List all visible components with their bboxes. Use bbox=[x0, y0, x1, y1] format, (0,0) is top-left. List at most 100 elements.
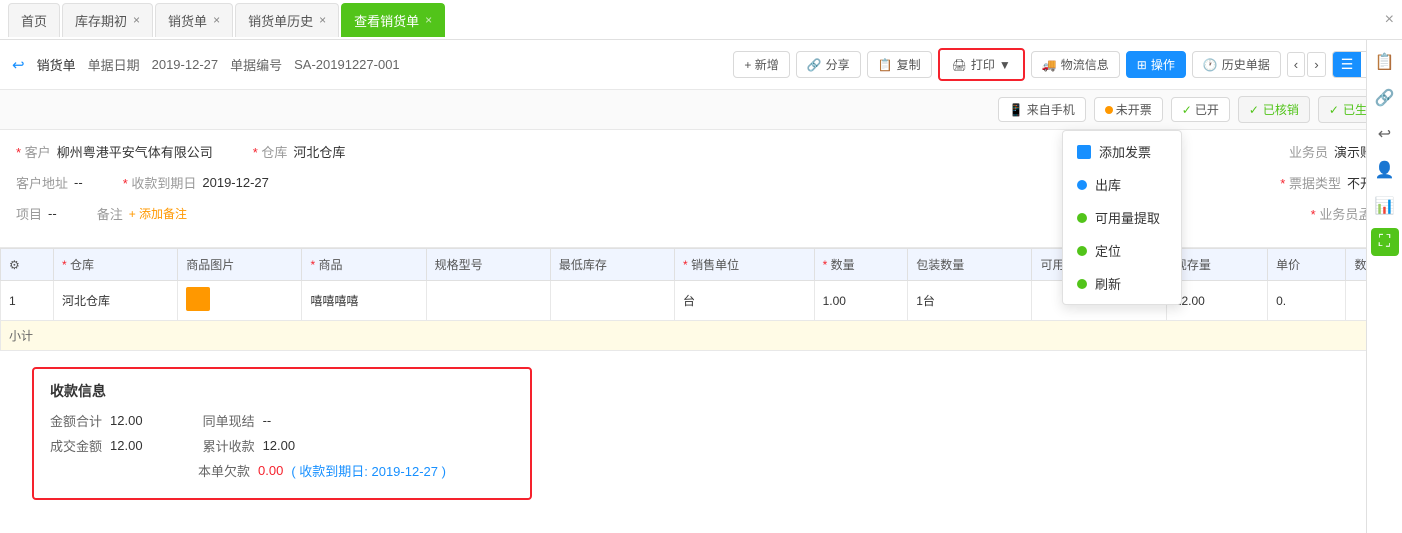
current-due-value: 0.00 bbox=[258, 463, 283, 478]
cumulative-collection-label: 累计收款 bbox=[203, 436, 255, 455]
tab-view-sales-label: 查看销货单 bbox=[354, 11, 419, 30]
due-date-value: 2019-12-27 bbox=[202, 175, 269, 190]
sidebar-icon-link[interactable]: 🔗 bbox=[1371, 84, 1399, 112]
tab-view-sales-close[interactable]: × bbox=[425, 13, 432, 27]
tab-sales-order-close[interactable]: × bbox=[213, 13, 220, 27]
due-date-note: ( 收款到期日: 2019-12-27 ) bbox=[291, 461, 446, 480]
dropdown-item-locate[interactable]: 定位 bbox=[1063, 234, 1181, 267]
phone-icon: 📱 bbox=[1009, 103, 1024, 117]
tab-inventory-init-close[interactable]: × bbox=[133, 13, 140, 27]
copy-button[interactable]: 📋 复制 bbox=[867, 51, 932, 78]
tab-sales-history[interactable]: 销货单历史 × bbox=[235, 3, 339, 37]
cell-warehouse: 河北仓库 bbox=[54, 281, 178, 321]
share-button[interactable]: 🔗 分享 bbox=[796, 51, 861, 78]
cell-min-stock bbox=[550, 281, 674, 321]
tab-inventory-init[interactable]: 库存期初 × bbox=[62, 3, 153, 37]
add-note-button[interactable]: + 添加备注 bbox=[129, 205, 187, 222]
history-button[interactable]: 🕐 历史单据 bbox=[1192, 51, 1281, 78]
closed-status-button[interactable]: ✓ 已核销 bbox=[1238, 96, 1310, 123]
window-close-button[interactable]: × bbox=[1385, 11, 1394, 29]
right-sidebar: 📋 🔗 ↩ 👤 📊 ⛶ bbox=[1366, 40, 1402, 533]
payment-title: 收款信息 bbox=[50, 381, 514, 401]
note-label: 备注 bbox=[97, 204, 123, 223]
sidebar-icon-return[interactable]: ↩ bbox=[1371, 120, 1399, 148]
sidebar-icon-user[interactable]: 👤 bbox=[1371, 156, 1399, 184]
col-product: 商品 bbox=[302, 249, 426, 281]
history-icon: 🕐 bbox=[1203, 58, 1218, 72]
copy-label: 复制 bbox=[897, 56, 921, 73]
share-icon: 🔗 bbox=[807, 58, 822, 72]
new-button[interactable]: + 新增 bbox=[733, 51, 789, 78]
locate-icon bbox=[1077, 246, 1087, 256]
col-unit-price: 单价 bbox=[1268, 249, 1346, 281]
logistics-button[interactable]: 🚚 物流信息 bbox=[1031, 51, 1120, 78]
invoice-type-label: 票据类型 bbox=[1280, 173, 1341, 192]
address-label: 客户地址 bbox=[16, 173, 68, 192]
payment-row-2: 成交金额 12.00 累计收款 12.00 bbox=[50, 436, 514, 455]
staff-label: 业务员 bbox=[1289, 142, 1328, 161]
print-button[interactable]: 🖨 打印 ▼ bbox=[942, 52, 1021, 77]
cell-product: 嘻嘻嘻嘻 bbox=[302, 281, 426, 321]
tab-sales-history-close[interactable]: × bbox=[319, 13, 326, 27]
outbound-icon bbox=[1077, 180, 1087, 190]
dropdown-item-refresh[interactable]: 刷新 bbox=[1063, 267, 1181, 300]
subtotal-label: 小计 bbox=[1, 321, 1402, 351]
list-view-button[interactable]: ☰ bbox=[1333, 52, 1362, 77]
address-value: -- bbox=[74, 175, 83, 190]
note-field: 备注 + 添加备注 bbox=[97, 204, 187, 223]
logistics-icon: 🚚 bbox=[1042, 58, 1057, 72]
project-field: 项目 -- bbox=[16, 204, 57, 223]
col-warehouse: 仓库 bbox=[54, 249, 178, 281]
total-amount-value: 12.00 bbox=[110, 413, 143, 428]
print-icon: 🖨 bbox=[952, 58, 967, 72]
cell-sales-unit: 台 bbox=[675, 281, 815, 321]
payment-area: 收款信息 金额合计 12.00 同单现结 -- 成交金额 12.00 bbox=[0, 351, 1402, 516]
cumulative-collection-item: 累计收款 12.00 bbox=[203, 436, 296, 455]
payment-info-box: 收款信息 金额合计 12.00 同单现结 -- 成交金额 12.00 bbox=[32, 367, 532, 500]
payment-row-3: 本单欠款 0.00 ( 收款到期日: 2019-12-27 ) bbox=[50, 461, 514, 480]
add-invoice-label: 添加发票 bbox=[1099, 142, 1151, 161]
available-qty-label: 可用量提取 bbox=[1095, 208, 1160, 227]
dropdown-item-outbound[interactable]: 出库 bbox=[1063, 168, 1181, 201]
sidebar-icon-chart[interactable]: 📊 bbox=[1371, 192, 1399, 220]
add-note-label: + 添加备注 bbox=[129, 205, 187, 222]
col-quantity: 数量 bbox=[814, 249, 908, 281]
current-due-label: 本单欠款 bbox=[198, 461, 250, 480]
tab-home[interactable]: 首页 bbox=[8, 3, 60, 37]
cell-num: 1 bbox=[1, 281, 54, 321]
confirm-check-icon: ✓ bbox=[1182, 103, 1192, 117]
sidebar-icon-doc[interactable]: 📋 bbox=[1371, 48, 1399, 76]
due-date-field: 收款到期日 2019-12-27 bbox=[123, 173, 269, 192]
dropdown-item-add-invoice[interactable]: 添加发票 bbox=[1063, 135, 1181, 168]
dropdown-item-available-qty[interactable]: 可用量提取 bbox=[1063, 201, 1181, 234]
operations-button[interactable]: ⊞ 操作 bbox=[1126, 51, 1186, 78]
prev-button[interactable]: ‹ bbox=[1287, 52, 1305, 77]
next-button[interactable]: › bbox=[1307, 52, 1325, 77]
operations-dropdown: 添加发票 出库 可用量提取 定位 刷新 bbox=[1062, 130, 1182, 305]
operations-icon: ⊞ bbox=[1137, 58, 1147, 72]
doc-type-label: 销货单 bbox=[37, 55, 76, 74]
cell-pack-qty: 1台 bbox=[908, 281, 1032, 321]
from-phone-button[interactable]: 📱 来自手机 bbox=[998, 97, 1086, 122]
tab-view-sales[interactable]: 查看销货单 × bbox=[341, 3, 445, 37]
doc-date-label: 单据日期 bbox=[88, 55, 140, 74]
tab-sales-order[interactable]: 销货单 × bbox=[155, 3, 233, 37]
effective-check-icon: ✓ bbox=[1329, 103, 1339, 117]
sidebar-icon-expand[interactable]: ⛶ bbox=[1371, 228, 1399, 256]
cell-product-img bbox=[178, 281, 302, 321]
subtotal-row: 小计 bbox=[1, 321, 1402, 351]
current-due-item: 本单欠款 0.00 ( 收款到期日: 2019-12-27 ) bbox=[198, 461, 446, 480]
not-open-dot bbox=[1105, 106, 1113, 114]
project-label: 项目 bbox=[16, 204, 42, 223]
tab-inventory-init-label: 库存期初 bbox=[75, 11, 127, 30]
closed-label: 已核销 bbox=[1263, 101, 1299, 118]
print-dropdown-arrow: ▼ bbox=[999, 58, 1011, 72]
copy-icon: 📋 bbox=[878, 58, 893, 72]
not-open-button[interactable]: 未开票 bbox=[1094, 97, 1163, 122]
product-image bbox=[186, 287, 210, 311]
table-header-row: ⚙ 仓库 商品图片 商品 规格型号 最低库存 销售单位 数量 包装数量 可用量 … bbox=[1, 249, 1402, 281]
confirm-button[interactable]: ✓ 已开 bbox=[1171, 97, 1230, 122]
toolbar-actions: + 新增 🔗 分享 📋 复制 🖨 打印 ▼ 🚚 bbox=[733, 48, 1390, 81]
doc-number-value: SA-20191227-001 bbox=[294, 57, 400, 72]
col-gear: ⚙ bbox=[1, 249, 54, 281]
